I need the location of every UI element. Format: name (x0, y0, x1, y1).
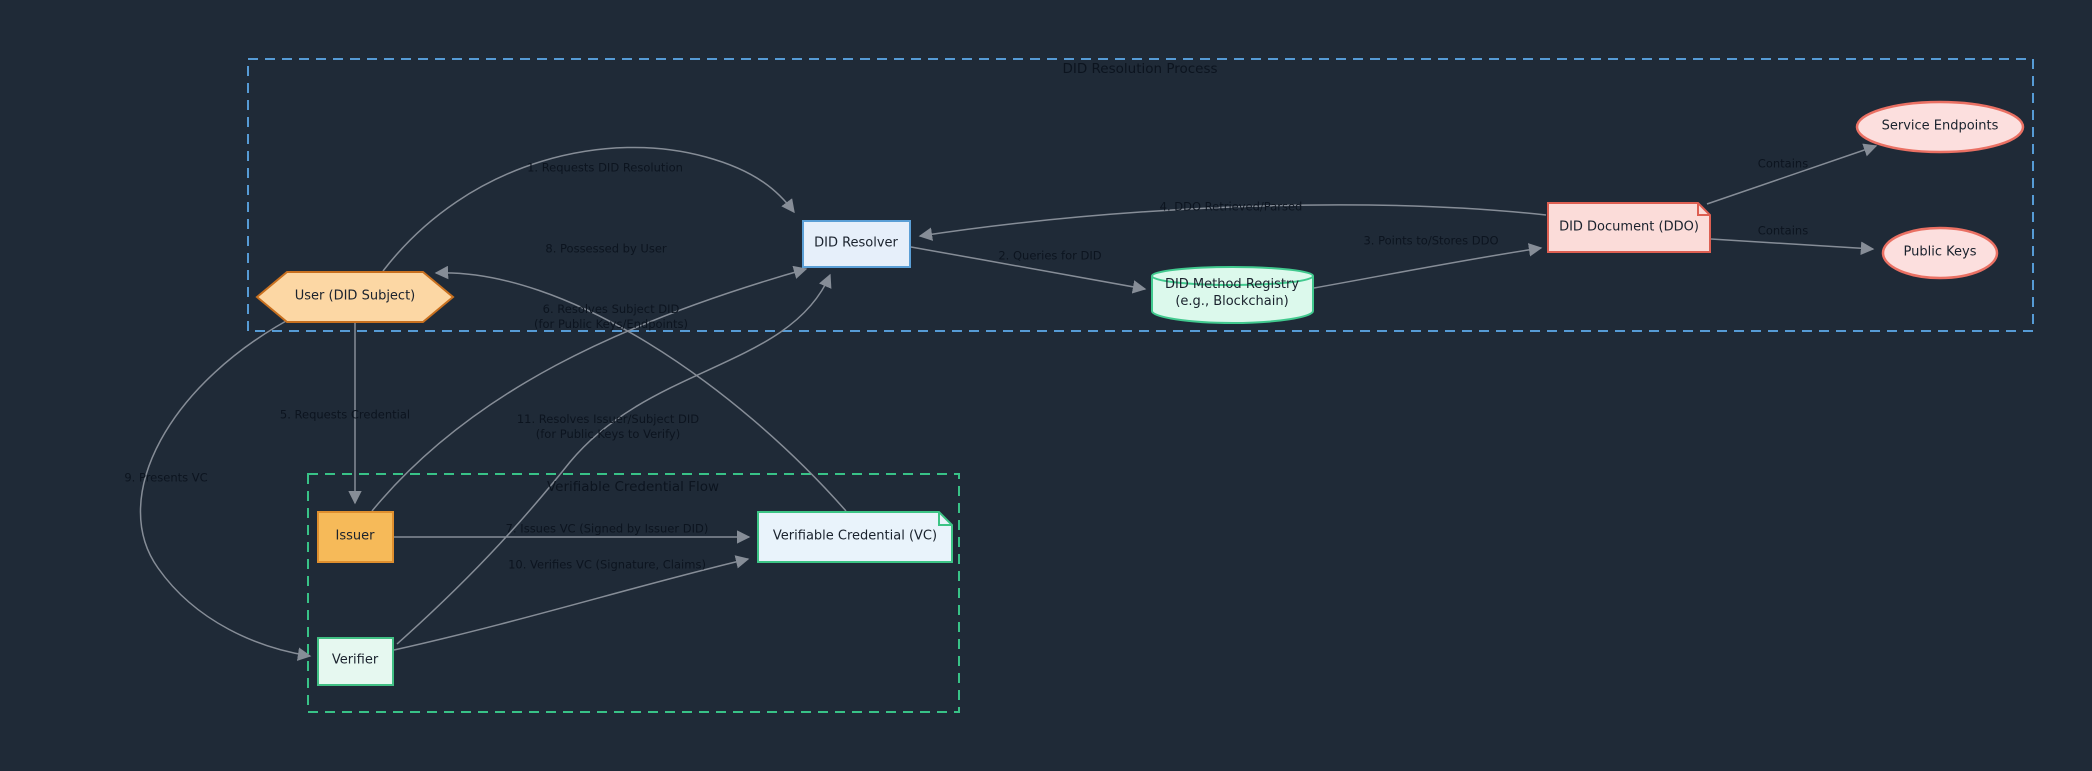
did-flow-diagram: DID Resolution Process Verifiable Creden… (0, 0, 2092, 771)
node-did-resolver (802, 220, 911, 268)
edge-verifies-vc (393, 555, 750, 651)
edge-contains-public-keys (1710, 238, 1875, 255)
node-did-document (1547, 202, 1711, 253)
edge-possessed-by-user (434, 265, 847, 512)
edge-contains-service-endpoints (1706, 143, 1878, 205)
node-verifiable-credential (757, 511, 953, 563)
cluster-did-resolution-border (247, 58, 2034, 332)
edge-queries-for-did (910, 246, 1147, 294)
edge-points-to-stores-ddo (1313, 243, 1543, 289)
cluster-vc-flow-border (307, 473, 960, 713)
node-issuer (317, 511, 394, 563)
edge-ddo-retrieved-parsed (918, 204, 1547, 241)
node-public-keys (1881, 226, 1999, 280)
edge-requests-did-resolution (382, 146, 795, 272)
diagram-canvas (139, 58, 2034, 713)
node-user-hexagon (255, 271, 455, 323)
node-did-method-registry (1151, 266, 1314, 325)
node-service-endpoints (1855, 100, 2025, 154)
edge-presents-vc (139, 313, 312, 661)
node-verifier (317, 637, 394, 686)
